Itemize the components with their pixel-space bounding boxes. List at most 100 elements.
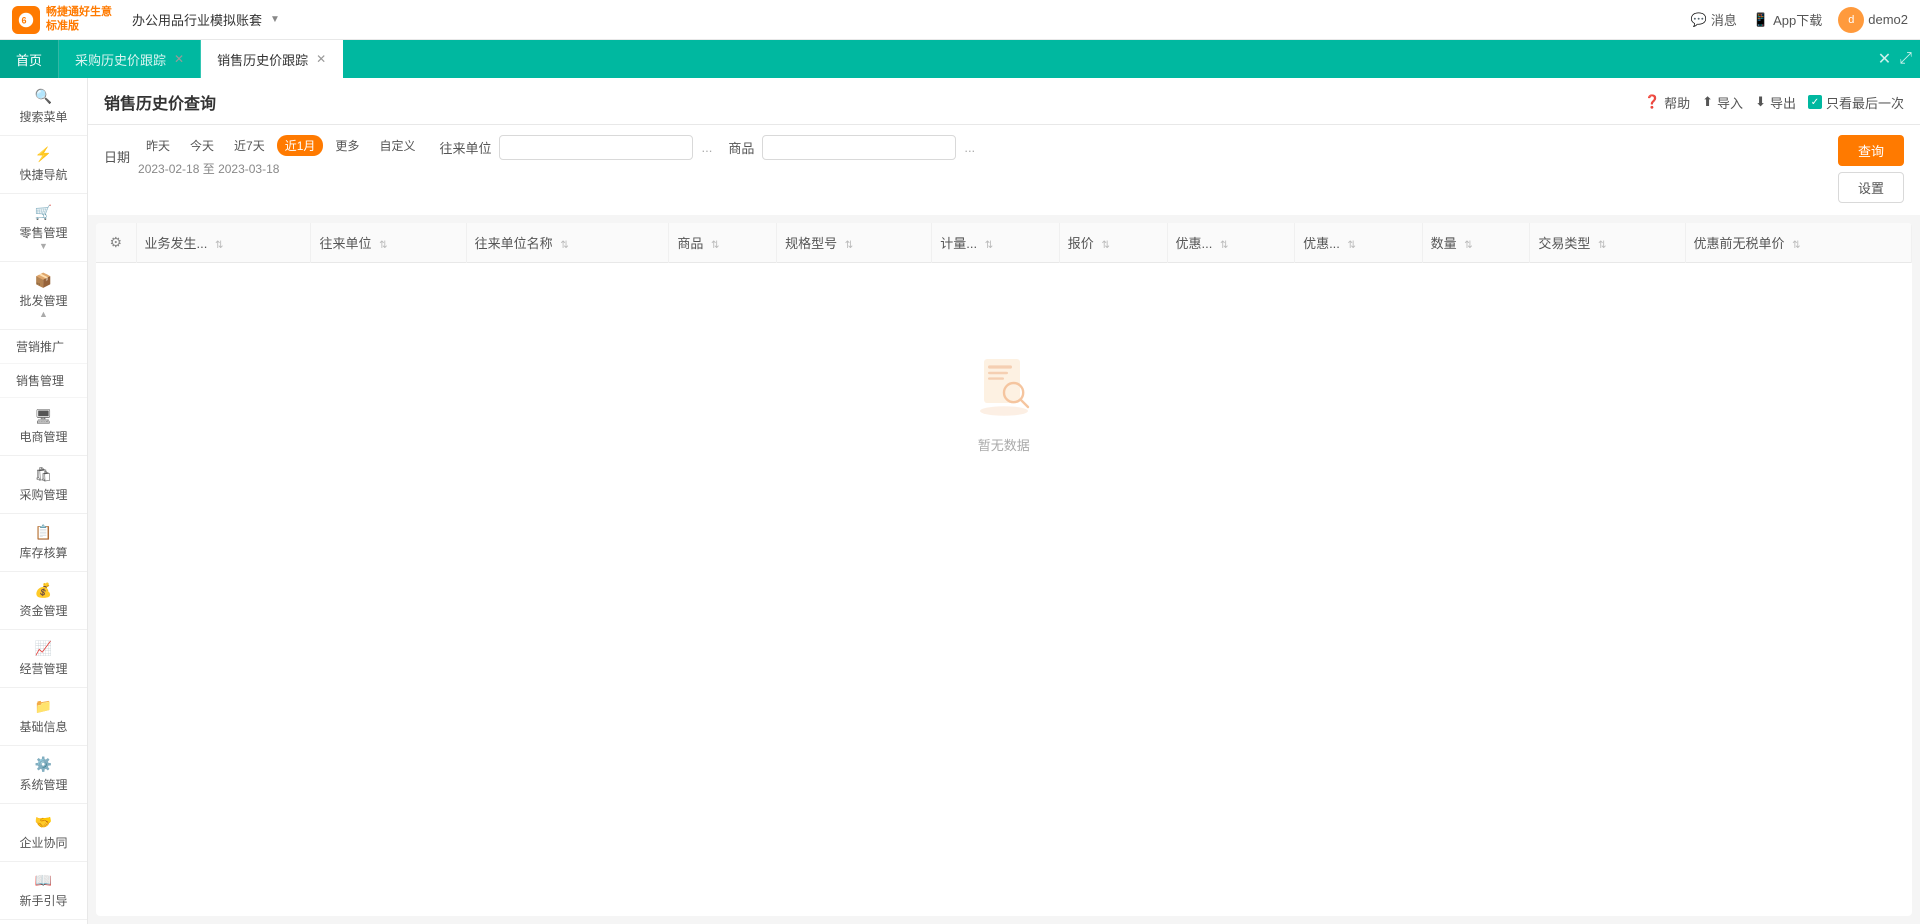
goods-more-icon[interactable]: ... bbox=[964, 140, 975, 155]
logo-icon: 6 bbox=[12, 6, 40, 34]
wholesale-arrow-icon: ▲ bbox=[39, 309, 48, 319]
download-icon: 📱 bbox=[1753, 12, 1769, 28]
sort-pre-tax-icon: ⇅ bbox=[1792, 240, 1800, 251]
only-last-checkbox[interactable]: 只看最后一次 bbox=[1808, 93, 1904, 112]
tab-sales-history[interactable]: 销售历史价跟踪 ✕ bbox=[201, 40, 343, 78]
sidebar-item-wholesale-mgmt[interactable]: 📦 批发管理 ▲ bbox=[0, 262, 87, 330]
col-discount2[interactable]: 优惠... ⇅ bbox=[1295, 223, 1423, 263]
counterpart-filter-group: 往来单位 ... bbox=[439, 135, 712, 160]
table-header-row: ⚙ 业务发生... ⇅ 往来单位 ⇅ 往来单位名称 ⇅ bbox=[96, 223, 1912, 263]
app-dropdown[interactable]: 办公用品行业模拟账套 ▼ bbox=[132, 10, 280, 29]
date-opt-yesterday[interactable]: 昨天 bbox=[138, 135, 178, 156]
user-menu[interactable]: d demo2 bbox=[1838, 7, 1908, 33]
operations-icon: 📈 bbox=[35, 640, 52, 657]
logo-text: 畅捷通好生意 标准版 bbox=[46, 6, 112, 32]
date-range: 2023-02-18 至 2023-03-18 bbox=[138, 160, 423, 177]
export-button[interactable]: ⬇ 导出 bbox=[1755, 93, 1796, 112]
col-pre-tax-price[interactable]: 优惠前无税单价 ⇅ bbox=[1685, 223, 1911, 263]
sort-counterpart-name-icon: ⇅ bbox=[560, 240, 568, 251]
sidebar-item-purchase-mgmt[interactable]: 🛍 采购管理 bbox=[0, 456, 87, 514]
sidebar-item-app-center[interactable]: 🔲 应用中心 bbox=[0, 920, 87, 924]
sidebar-item-new-user[interactable]: 📖 新手引导 bbox=[0, 862, 87, 920]
basic-info-icon: 📁 bbox=[35, 698, 52, 715]
wholesale-mgmt-icon: 📦 bbox=[35, 272, 52, 289]
col-unit[interactable]: 计量... ⇅ bbox=[932, 223, 1060, 263]
sort-goods-icon: ⇅ bbox=[711, 240, 719, 251]
col-quantity[interactable]: 数量 ⇅ bbox=[1422, 223, 1530, 263]
empty-state: 暂无数据 bbox=[96, 263, 1912, 534]
logo-area: 6 畅捷通好生意 标准版 bbox=[12, 6, 112, 34]
date-opt-7days[interactable]: 近7天 bbox=[226, 135, 273, 156]
counterpart-input[interactable] bbox=[499, 135, 693, 160]
goods-input[interactable] bbox=[762, 135, 956, 160]
import-button[interactable]: ⬆ 导入 bbox=[1702, 93, 1743, 112]
tab-close-sales[interactable]: ✕ bbox=[316, 52, 326, 66]
system-mgmt-icon: ⚙️ bbox=[35, 756, 52, 773]
sidebar-item-search-menu[interactable]: 🔍 搜索菜单 bbox=[0, 78, 87, 136]
sidebar-item-finance[interactable]: 💰 资金管理 bbox=[0, 572, 87, 630]
export-icon: ⬇ bbox=[1755, 94, 1766, 110]
ecommerce-icon: 🖥 bbox=[35, 408, 53, 425]
purchase-mgmt-icon: 🛍 bbox=[35, 466, 53, 483]
help-button[interactable]: ❓ 帮助 bbox=[1644, 93, 1690, 112]
new-user-icon: 📖 bbox=[35, 872, 52, 889]
col-counterpart-name[interactable]: 往来单位名称 ⇅ bbox=[466, 223, 669, 263]
sidebar-item-operations[interactable]: 📈 经营管理 bbox=[0, 630, 87, 688]
action-buttons: 查询 设置 bbox=[1838, 135, 1904, 203]
sidebar-item-enterprise-collab[interactable]: 🤝 企业协同 bbox=[0, 804, 87, 862]
sidebar-item-system-mgmt[interactable]: ⚙️ 系统管理 bbox=[0, 746, 87, 804]
sidebar-item-basic-info[interactable]: 📁 基础信息 bbox=[0, 688, 87, 746]
col-discount1[interactable]: 优惠... ⇅ bbox=[1167, 223, 1295, 263]
col-counterpart[interactable]: 往来单位 ⇅ bbox=[311, 223, 466, 263]
table-body: 暂无数据 bbox=[96, 263, 1912, 535]
message-button[interactable]: 💬 消息 bbox=[1691, 10, 1737, 29]
tab-maximize-button[interactable]: ⤢ bbox=[1899, 50, 1912, 68]
table-container: ⚙ 业务发生... ⇅ 往来单位 ⇅ 往来单位名称 ⇅ bbox=[96, 223, 1912, 916]
sort-trade-type-icon: ⇅ bbox=[1598, 240, 1606, 251]
sidebar-item-inventory[interactable]: 📋 库存核算 bbox=[0, 514, 87, 572]
sidebar-item-quick-nav[interactable]: ⚡ 快捷导航 bbox=[0, 136, 87, 194]
top-bar-right: 💬 消息 📱 App下载 d demo2 bbox=[1691, 7, 1908, 33]
enterprise-collab-icon: 🤝 bbox=[35, 814, 52, 831]
dropdown-arrow-icon: ▼ bbox=[270, 14, 280, 25]
empty-state-row: 暂无数据 bbox=[96, 263, 1912, 535]
settings-button[interactable]: 设置 bbox=[1838, 172, 1904, 203]
page-actions: ❓ 帮助 ⬆ 导入 ⬇ 导出 只看最后一次 bbox=[1644, 93, 1904, 112]
tab-close-all-button[interactable]: ✕ bbox=[1878, 49, 1891, 69]
top-bar-left: 6 畅捷通好生意 标准版 办公用品行业模拟账套 ▼ bbox=[12, 6, 280, 34]
col-biz-date[interactable]: 业务发生... ⇅ bbox=[136, 223, 311, 263]
sidebar-item-retail-mgmt[interactable]: 🛒 零售管理 ▼ bbox=[0, 194, 87, 262]
page-title: 销售历史价查询 bbox=[104, 90, 216, 114]
sort-spec-icon: ⇅ bbox=[845, 240, 853, 251]
gear-icon[interactable]: ⚙ bbox=[109, 234, 122, 250]
tab-purchase-history[interactable]: 采购历史价跟踪 ✕ bbox=[59, 40, 201, 78]
import-icon: ⬆ bbox=[1702, 94, 1713, 110]
col-goods[interactable]: 商品 ⇅ bbox=[669, 223, 777, 263]
tab-close-purchase[interactable]: ✕ bbox=[174, 52, 184, 66]
col-spec[interactable]: 规格型号 ⇅ bbox=[777, 223, 932, 263]
wholesale-submenu: 营销推广 销售管理 bbox=[0, 330, 87, 398]
col-price[interactable]: 报价 ⇅ bbox=[1059, 223, 1167, 263]
empty-illustration bbox=[964, 343, 1044, 423]
message-icon: 💬 bbox=[1691, 12, 1707, 28]
date-opt-more[interactable]: 更多 bbox=[327, 135, 367, 156]
retail-arrow-icon: ▼ bbox=[39, 241, 48, 251]
sidebar-item-ecommerce[interactable]: 🖥 电商管理 bbox=[0, 398, 87, 456]
sort-price-icon: ⇅ bbox=[1101, 240, 1109, 251]
col-trade-type[interactable]: 交易类型 ⇅ bbox=[1530, 223, 1685, 263]
date-opt-custom[interactable]: 自定义 bbox=[371, 135, 423, 156]
date-opt-1month[interactable]: 近1月 bbox=[277, 135, 324, 156]
col-settings: ⚙ bbox=[96, 223, 136, 263]
query-button[interactable]: 查询 bbox=[1838, 135, 1904, 166]
sort-unit-icon: ⇅ bbox=[985, 240, 993, 251]
page-title-row: 销售历史价查询 ❓ 帮助 ⬆ 导入 ⬇ 导出 bbox=[104, 90, 1904, 114]
date-opt-today[interactable]: 今天 bbox=[182, 135, 222, 156]
sidebar-sub-marketing[interactable]: 营销推广 bbox=[0, 330, 87, 364]
tab-home[interactable]: 首页 bbox=[0, 40, 59, 78]
tab-bar: 首页 采购历史价跟踪 ✕ 销售历史价跟踪 ✕ ✕ ⤢ bbox=[0, 40, 1920, 78]
counterpart-more-icon[interactable]: ... bbox=[701, 140, 712, 155]
date-label: 日期 bbox=[104, 147, 130, 166]
app-download-button[interactable]: 📱 App下载 bbox=[1753, 10, 1822, 29]
sidebar-sub-sales-mgmt[interactable]: 销售管理 bbox=[0, 364, 87, 398]
sort-discount2-icon: ⇅ bbox=[1348, 240, 1356, 251]
